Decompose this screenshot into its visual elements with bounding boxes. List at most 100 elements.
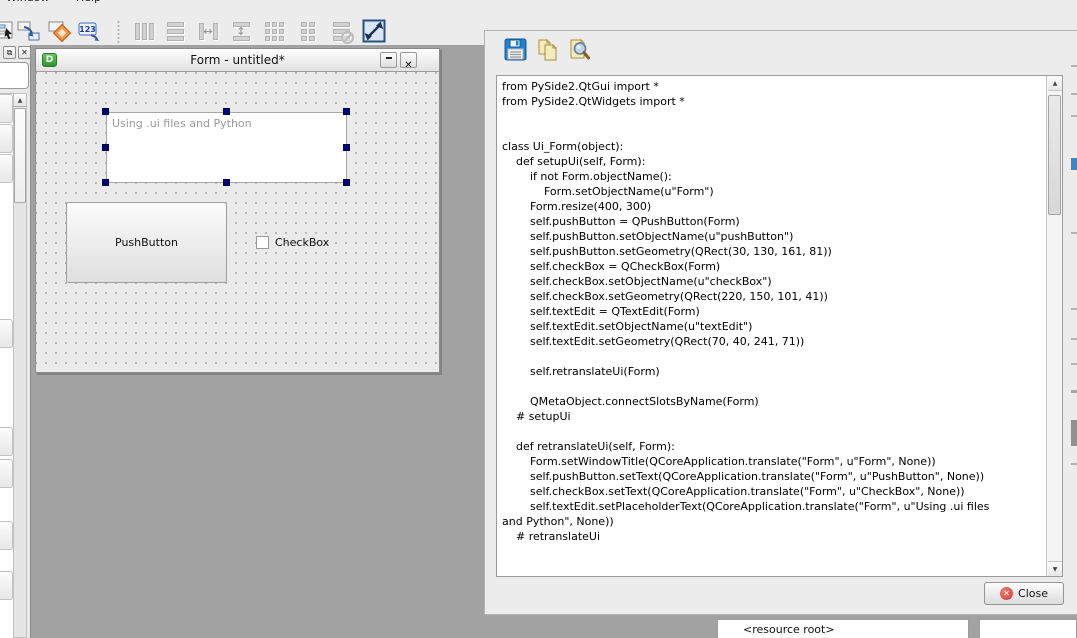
form-canvas[interactable]: Using .ui files and Python PushButton Ch… — [36, 72, 439, 372]
code-scroll-thumb[interactable] — [1048, 95, 1061, 215]
scroll-up-icon[interactable]: ▲ — [14, 94, 26, 107]
right-edge-panel — [1069, 30, 1077, 615]
resource-browser-sliver: <resource root> — [717, 619, 969, 638]
toolbar-separator — [117, 20, 120, 44]
code-scrollbar[interactable]: ▲ ▼ — [1046, 76, 1062, 576]
edge-panel-mark — [1071, 363, 1077, 365]
widgetbox-category-sliver[interactable] — [0, 459, 13, 488]
scroll-down-button[interactable]: ▼ — [1048, 561, 1062, 576]
dock-float-button[interactable]: ⧉ — [3, 46, 16, 59]
selection-handle-bottom-left[interactable] — [102, 179, 109, 186]
adjust-size-icon — [362, 19, 386, 43]
code-text[interactable]: from PySide2.QtGui import * from PySide2… — [502, 79, 1041, 544]
edit-tab-order-button[interactable]: 123 — [77, 18, 103, 44]
lay-out-horizontally-splitter-button[interactable]: ↔ — [195, 18, 221, 44]
widgetbox-category-sliver[interactable] — [0, 521, 13, 550]
checkbox-label: CheckBox — [275, 236, 329, 249]
edit-widgets-button[interactable] — [0, 18, 16, 44]
adjust-size-button[interactable] — [361, 18, 387, 44]
menu-window[interactable]: Window — [6, 0, 49, 4]
widgetbox-category-sliver[interactable] — [0, 154, 13, 183]
edit-signals-slots-icon — [17, 19, 41, 43]
copy-button[interactable] — [536, 38, 562, 64]
form-editor-window: D Form - untitled* ✕ Using .ui files and… — [35, 48, 440, 373]
layout-vertical-icon — [167, 22, 184, 41]
edge-panel-mark — [1071, 232, 1077, 234]
form-close-button[interactable]: ✕ — [400, 52, 417, 68]
svg-text:123: 123 — [79, 25, 96, 34]
resource-root-label[interactable]: <resource root> — [743, 623, 835, 636]
widgetbox-filter-input[interactable] — [0, 62, 29, 89]
layout-grid-icon — [265, 22, 284, 41]
selection-handle-top-left[interactable] — [102, 108, 109, 115]
minimize-icon — [386, 57, 392, 59]
widgetbox-category-sliver[interactable] — [0, 124, 13, 153]
no-sign-overlay — [341, 31, 354, 44]
edge-panel-mark — [1071, 338, 1077, 340]
widgetbox-category-sliver[interactable] — [0, 319, 13, 348]
layout-horizontal-icon — [135, 23, 154, 40]
edit-widgets-icon — [0, 19, 15, 43]
selection-handle-bottom-right[interactable] — [343, 179, 350, 186]
copy-icon — [536, 38, 562, 62]
edge-panel-mark — [1071, 308, 1077, 310]
edit-buddies-icon — [48, 19, 72, 43]
code-textedit[interactable]: from PySide2.QtGui import * from PySide2… — [496, 75, 1063, 577]
scroll-down-icon: ▼ — [1053, 566, 1058, 573]
pushbutton-widget[interactable]: PushButton — [66, 202, 227, 283]
selection-handle-bottom-middle[interactable] — [223, 179, 230, 186]
selection-handle-middle-right[interactable] — [343, 144, 350, 151]
selection-handle-top-right[interactable] — [343, 108, 350, 115]
save-button[interactable] — [504, 38, 530, 64]
edge-panel-mark — [1071, 420, 1077, 446]
close-icon: ✕ — [404, 60, 412, 71]
edge-panel-mark — [1071, 158, 1077, 170]
dock-close-button[interactable]: ✕ — [18, 46, 31, 59]
break-layout-button[interactable] — [328, 18, 354, 44]
widgetbox-category-sliver[interactable] — [0, 571, 13, 600]
textedit-placeholder: Using .ui files and Python — [112, 117, 252, 130]
lay-out-horizontally-button[interactable] — [131, 18, 157, 44]
close-button-label: Close — [1018, 587, 1048, 600]
widget-box-panel-sliver: ⧉ ✕ ▲ — [0, 45, 31, 638]
edge-panel-mark — [1071, 115, 1077, 117]
widgetbox-list — [0, 93, 13, 638]
form-window-titlebar[interactable]: D Form - untitled* ✕ — [36, 49, 439, 72]
save-icon — [504, 38, 530, 62]
resource-browser-sliver-2 — [979, 619, 1077, 638]
edit-tab-order-icon: 123 — [78, 19, 102, 43]
find-icon — [568, 38, 594, 62]
close-button[interactable]: ✕ Close — [984, 582, 1064, 605]
lay-out-grid-button[interactable] — [261, 18, 287, 44]
layout-form-icon — [301, 22, 315, 41]
close-circle-icon: ✕ — [1000, 587, 1013, 600]
form-window-title: Form - untitled* — [36, 53, 439, 67]
edge-panel-mark — [1071, 390, 1077, 393]
v-split-arrow-glyph: ↕ — [236, 25, 245, 38]
code-preview-dialog: from PySide2.QtGui import * from PySide2… — [484, 30, 1077, 615]
scroll-up-icon: ▲ — [1053, 80, 1058, 87]
selection-handle-middle-left[interactable] — [102, 144, 109, 151]
edge-panel-mark — [1071, 463, 1077, 465]
scroll-up-button[interactable]: ▲ — [1048, 76, 1062, 91]
widgetbox-category-sliver[interactable] — [0, 427, 13, 456]
lay-out-vertically-splitter-button[interactable]: ↕ — [228, 18, 254, 44]
edit-signals-slots-button[interactable] — [16, 18, 42, 44]
find-button[interactable] — [568, 38, 594, 64]
h-split-arrow-glyph: ↔ — [203, 25, 212, 38]
checkbox-indicator[interactable] — [256, 236, 269, 249]
widgetbox-scrollbar[interactable]: ▲ — [13, 93, 27, 638]
widgetbox-scroll-thumb[interactable] — [14, 108, 26, 203]
selection-handle-top-middle[interactable] — [223, 108, 230, 115]
edge-panel-mark — [1071, 93, 1077, 95]
edge-panel-mark — [1071, 65, 1077, 67]
form-minimize-button[interactable] — [380, 52, 397, 68]
menu-help[interactable]: Help — [76, 0, 101, 4]
widgetbox-category-sliver[interactable] — [0, 94, 13, 123]
qt-designer-window: Window Help — [0, 0, 1077, 638]
lay-out-vertically-button[interactable] — [162, 18, 188, 44]
lay-out-form-button[interactable] — [295, 18, 321, 44]
edit-buddies-button[interactable] — [47, 18, 73, 44]
textedit-widget[interactable]: Using .ui files and Python — [106, 112, 347, 183]
checkbox-widget[interactable]: CheckBox — [256, 222, 357, 263]
